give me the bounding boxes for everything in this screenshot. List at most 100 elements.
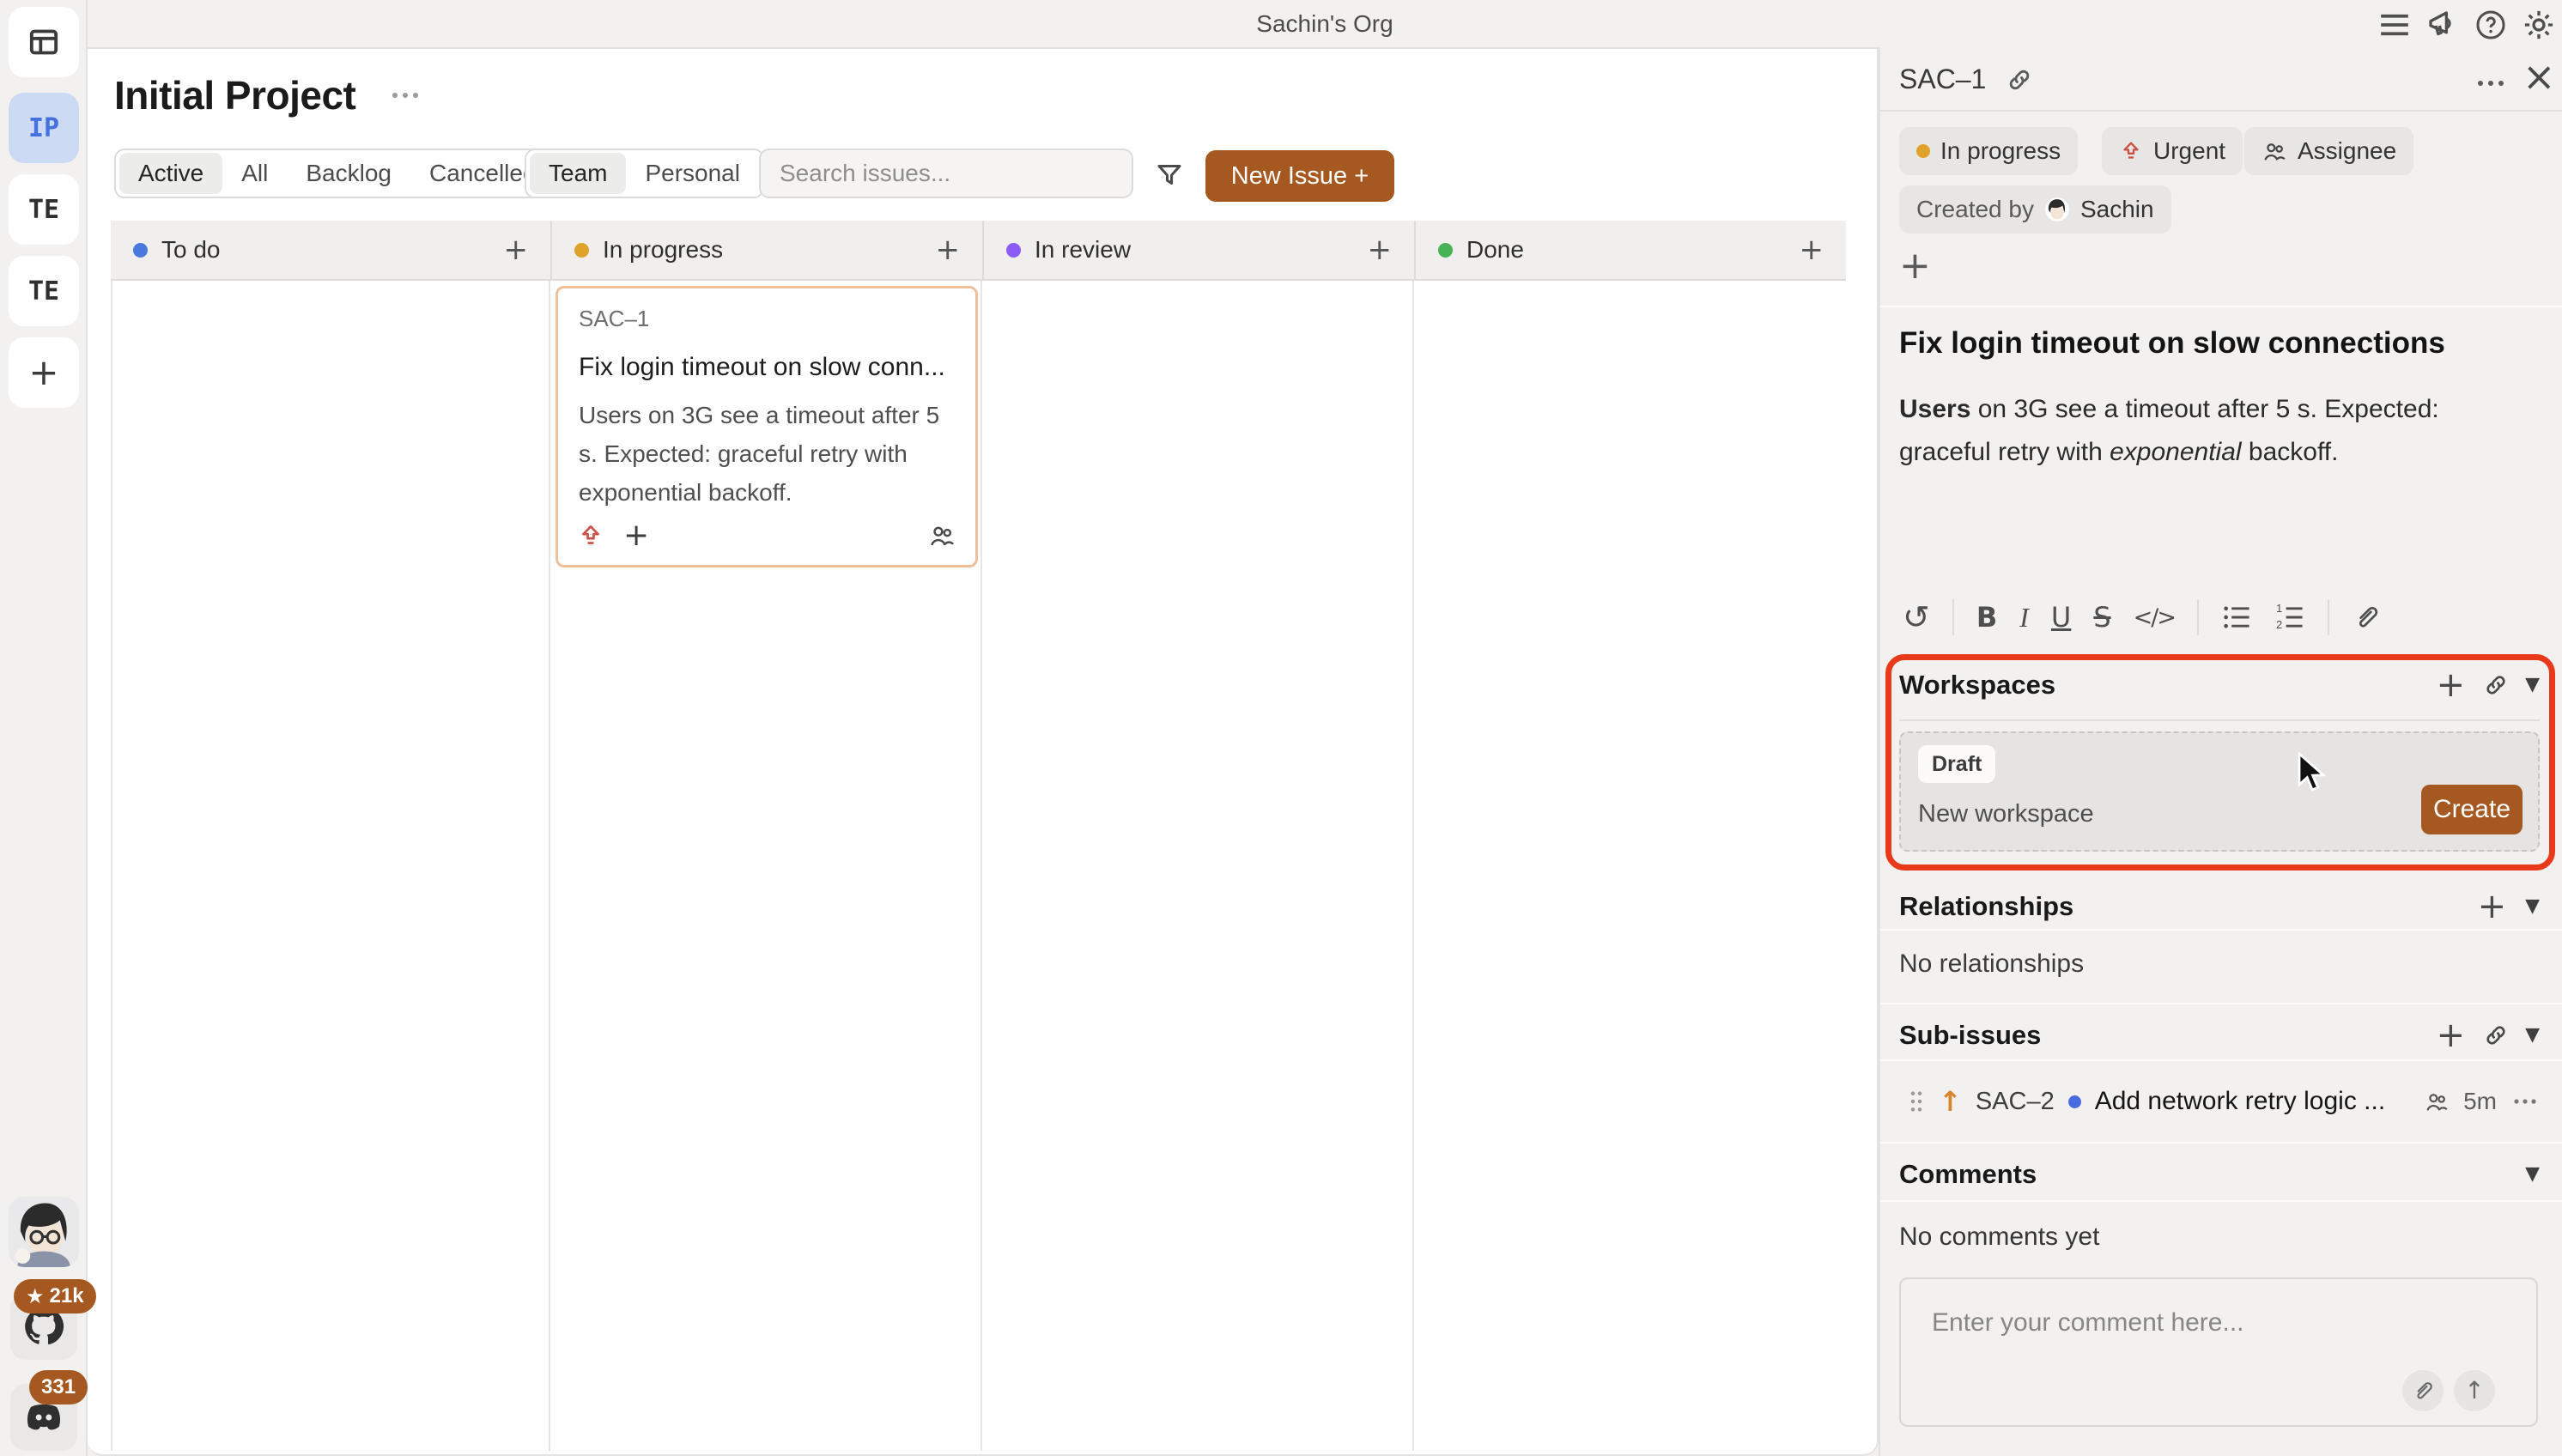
discord-members-badge: 331 — [29, 1370, 88, 1404]
collapse-workspaces-icon[interactable]: ▼ — [2525, 676, 2540, 695]
user-avatar[interactable] — [9, 1197, 79, 1267]
undo-icon[interactable]: ↺ — [1903, 601, 1930, 634]
assignees-icon[interactable] — [927, 523, 956, 549]
svg-text:2: 2 — [2276, 618, 2282, 631]
column-label: In review — [1035, 236, 1132, 263]
tab-personal[interactable]: Personal — [626, 153, 759, 194]
add-project-button[interactable]: + — [9, 337, 79, 408]
drag-handle-icon[interactable] — [1908, 1088, 1925, 1115]
tab-all[interactable]: All — [222, 153, 287, 194]
urgent-priority-icon — [2119, 139, 2143, 163]
comments-title: Comments — [1899, 1159, 2037, 1189]
add-attribute-icon[interactable]: + — [1899, 247, 1931, 285]
project-initials: TE — [27, 194, 60, 225]
org-title: Sachin's Org — [1256, 10, 1393, 37]
link-workspace-icon[interactable] — [2482, 671, 2510, 699]
ordered-list-icon[interactable]: 1 2 — [2274, 604, 2305, 631]
panel-section-divider — [1880, 1059, 2562, 1061]
underline-icon[interactable]: U — [2051, 604, 2071, 631]
draft-chip[interactable]: Draft — [1918, 745, 1996, 783]
collapse-sub-issues-icon[interactable]: ▼ — [2525, 1026, 2540, 1045]
layout-icon — [27, 25, 61, 59]
code-icon[interactable]: </> — [2134, 606, 2176, 629]
announcements-icon[interactable] — [2425, 7, 2461, 43]
page-title: Initial Project — [114, 73, 356, 118]
assignee-badge[interactable]: Assignee — [2244, 127, 2414, 175]
collapse-relationships-icon[interactable]: ▼ — [2525, 897, 2540, 916]
tab-backlog[interactable]: Backlog — [287, 153, 410, 194]
bold-icon[interactable]: B — [1976, 604, 1997, 631]
filter-funnel-icon[interactable] — [1154, 160, 1185, 191]
description-bold-text: Users — [1899, 395, 1971, 423]
created-by-badge[interactable]: Created by Sachin — [1899, 185, 2171, 234]
panel-section-divider — [1880, 1003, 2562, 1004]
toolbar-divider — [2327, 599, 2329, 635]
copy-link-icon[interactable] — [2005, 65, 2034, 94]
issue-card-title: Fix login timeout on slow conn... — [579, 353, 945, 381]
sub-issues-header: Sub-issues + ▼ — [1899, 1018, 2540, 1053]
assignee-badge-label: Assignee — [2298, 137, 2397, 164]
comment-attach-button[interactable] — [2402, 1370, 2444, 1411]
collapse-comments-icon[interactable]: ▼ — [2525, 1165, 2540, 1184]
tab-active[interactable]: Active — [119, 153, 223, 194]
sub-issue-time: 5m — [2463, 1088, 2497, 1114]
comment-input-box[interactable]: Enter your comment here... ↑ — [1899, 1277, 2538, 1427]
issue-title[interactable]: Fix login timeout on slow connections — [1899, 326, 2517, 361]
column-divider — [111, 281, 112, 1451]
status-badge[interactable]: In progress — [1899, 127, 2079, 175]
description-italic-text: exponential — [2110, 438, 2242, 466]
project-more-icon[interactable] — [388, 82, 422, 108]
plus-icon: + — [28, 351, 59, 393]
bullet-list-icon[interactable] — [2221, 604, 2252, 631]
italic-icon[interactable]: I — [2019, 604, 2029, 631]
issue-card-sac-1[interactable]: SAC–1 Fix login timeout on slow conn... … — [556, 286, 978, 567]
close-icon[interactable]: × — [2523, 57, 2556, 96]
workspace-overview-button[interactable] — [9, 7, 79, 77]
tab-team[interactable]: Team — [530, 153, 627, 194]
sub-issue-id: SAC–2 — [1975, 1087, 2055, 1115]
add-issue-done-icon[interactable]: + — [1800, 235, 1824, 264]
sidebar-item-te-1[interactable]: TE — [9, 174, 79, 245]
help-icon[interactable] — [2474, 9, 2507, 41]
column-label: Done — [1466, 236, 1524, 263]
panel-section-divider — [1880, 929, 2562, 931]
new-issue-button[interactable]: New Issue + — [1205, 150, 1394, 202]
panel-more-icon[interactable] — [2473, 72, 2509, 94]
create-workspace-button[interactable]: Create — [2421, 785, 2523, 834]
search-input[interactable] — [780, 160, 1113, 187]
sub-issue-assignee-icon[interactable] — [2424, 1090, 2450, 1113]
priority-badge[interactable]: Urgent — [2102, 127, 2243, 175]
column-header-in-progress: In progress + — [550, 221, 982, 279]
issue-description[interactable]: Users on 3G see a timeout after 5 s. Exp… — [1899, 388, 2521, 474]
add-label-icon[interactable]: + — [623, 520, 649, 551]
strikethrough-icon[interactable]: S — [2093, 604, 2110, 631]
new-workspace-input[interactable]: New workspace — [1918, 800, 2094, 828]
sidebar-item-initial-project[interactable]: IP — [9, 93, 79, 163]
attachment-icon[interactable] — [2352, 603, 2381, 632]
settings-gear-icon[interactable] — [2521, 7, 2557, 43]
urgent-priority-icon[interactable] — [577, 522, 604, 549]
sub-issue-more-icon[interactable] — [2510, 1092, 2540, 1111]
issue-card-description: Users on 3G see a timeout after 5 s. Exp… — [579, 402, 940, 506]
sidebar-item-te-2[interactable]: TE — [9, 256, 79, 326]
status-filter-tabs: Active All Backlog Cancelled — [114, 149, 561, 198]
sub-issue-title[interactable]: Add network retry logic ... — [2095, 1087, 2385, 1116]
add-issue-in-review-icon[interactable]: + — [1368, 235, 1393, 264]
github-stars-count: 21k — [49, 1284, 84, 1307]
sub-issue-row[interactable]: ↑ SAC–2 Add network retry logic ... 5m — [1908, 1087, 2540, 1116]
column-label: In progress — [603, 236, 724, 263]
relationships-header: Relationships + ▼ — [1899, 889, 2540, 924]
menu-icon[interactable] — [2378, 12, 2411, 38]
workspaces-divider — [1899, 719, 2540, 721]
priority-up-icon: ↑ — [1939, 1085, 1962, 1118]
comment-send-button[interactable]: ↑ — [2454, 1370, 2495, 1411]
add-workspace-icon[interactable]: + — [2437, 668, 2466, 702]
creator-avatar — [2044, 197, 2070, 222]
add-sub-issue-icon[interactable]: + — [2437, 1018, 2466, 1053]
add-issue-todo-icon[interactable]: + — [504, 235, 529, 264]
link-sub-issue-icon[interactable] — [2482, 1022, 2510, 1049]
status-badge-label: In progress — [1940, 137, 2061, 164]
toolbar-divider — [1952, 599, 1954, 635]
add-issue-in-progress-icon[interactable]: + — [936, 235, 961, 264]
add-relationship-icon[interactable]: + — [2478, 889, 2507, 924]
